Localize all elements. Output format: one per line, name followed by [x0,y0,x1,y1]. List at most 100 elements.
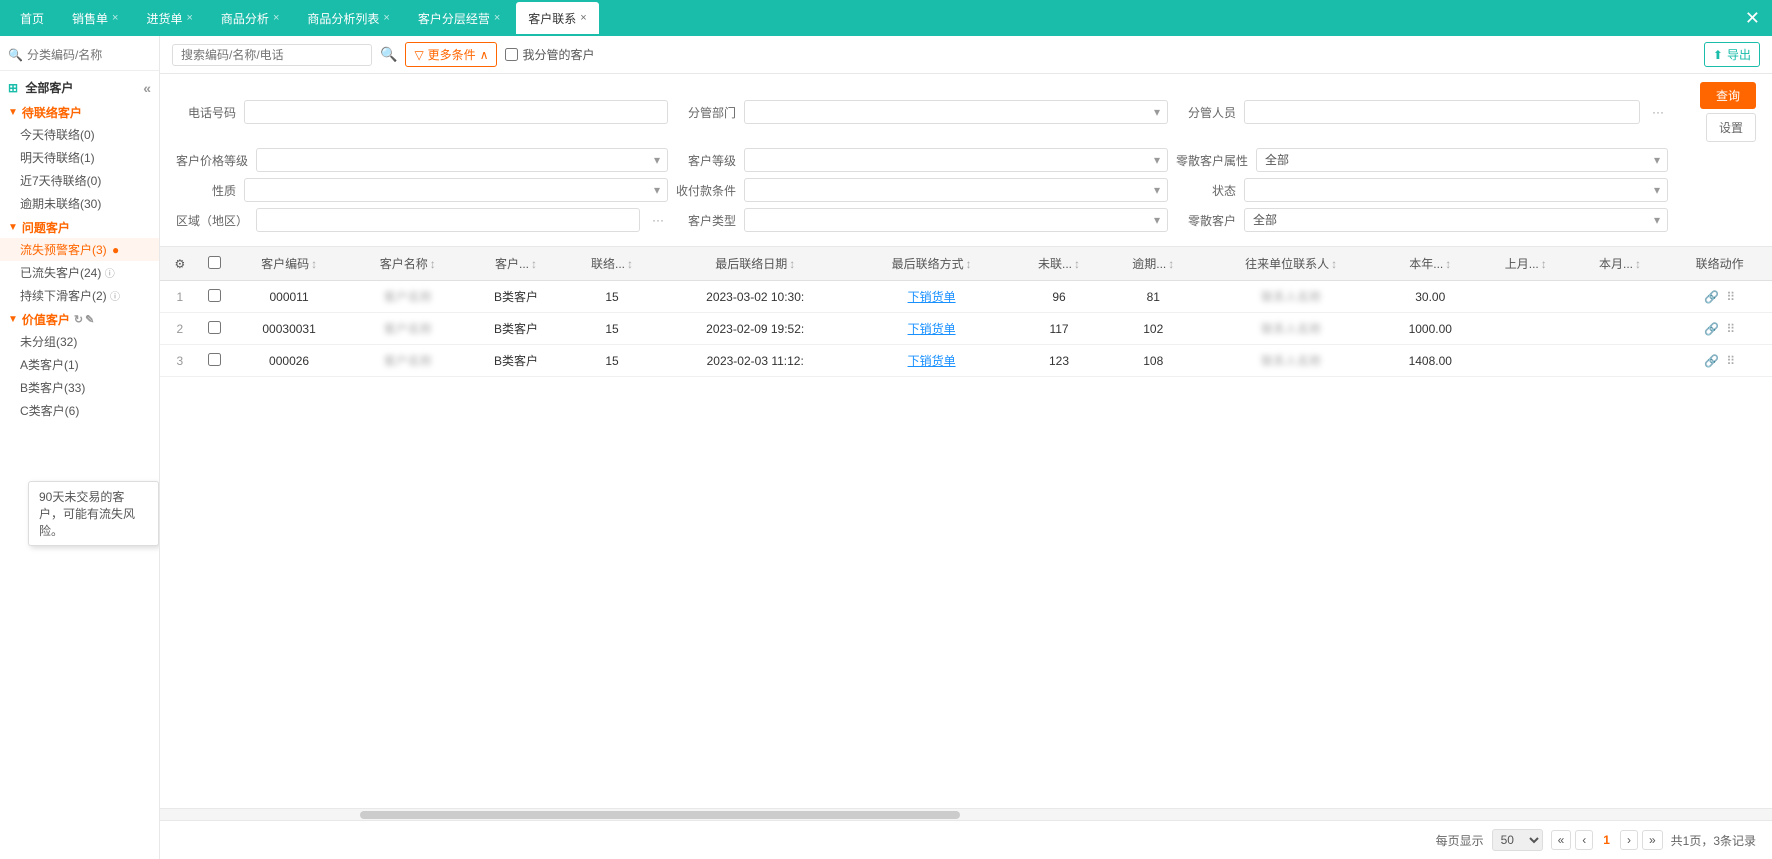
sidebar-item-class-a[interactable]: A类客户(1) [0,353,159,376]
nav-analysis-label: 商品分析 [221,10,269,27]
more-filter-button[interactable]: ▽ 更多条件 ∧ [405,42,497,67]
refresh-icon[interactable]: ↻ [74,313,83,326]
th-this-year[interactable]: 本年...↕ [1382,247,1479,281]
row-check-1[interactable] [208,289,221,302]
nav-customer-contact-close[interactable]: × [580,12,586,24]
filter-person-ellipsis[interactable]: ··· [1648,105,1668,119]
th-settings[interactable]: ⚙ [160,247,200,281]
filter-select-status[interactable] [1244,178,1668,202]
row-last-method-3[interactable]: 下销货单 [851,345,1012,377]
th-no-contact[interactable]: 未联...↕ [1012,247,1106,281]
row-checkbox-3[interactable] [200,345,230,377]
th-name[interactable]: 客户名称↕ [348,247,467,281]
nav-home[interactable]: 首页 [8,2,56,34]
filter-select-price-tier[interactable] [256,148,668,172]
sidebar-item-declining[interactable]: 持续下滑客户(2) ⓘ [0,284,159,307]
next-page-button[interactable]: › [1620,830,1638,850]
nav-analysis-list[interactable]: 商品分析列表 × [295,2,401,34]
sidebar-item-class-b[interactable]: B类客户(33) [0,376,159,399]
horizontal-scrollbar[interactable] [160,808,1772,820]
action-menu-icon-1[interactable]: ⠿ [1726,290,1735,304]
sidebar-item-overdue[interactable]: 逾期未联络(30) [0,192,159,215]
sidebar-item-ungrouped[interactable]: 未分组(32) [0,330,159,353]
row-checkbox-2[interactable] [200,313,230,345]
sidebar-item-class-c[interactable]: C类客户(6) [0,399,159,422]
filter-cell-price-tier: 客户价格等级 [176,148,668,172]
filter-region-ellipsis[interactable]: ··· [648,213,668,227]
row-check-2[interactable] [208,321,221,334]
per-page-select[interactable]: 50 100 200 [1492,829,1543,851]
nav-customer-tier-close[interactable]: × [494,12,500,24]
th-this-month[interactable]: 本月...↕ [1573,247,1667,281]
nav-customer-contact[interactable]: 客户联系 × [516,2,598,34]
filter-cell-customer-type: 客户类型 [676,208,1168,232]
filter-select-retail-attr[interactable]: 全部 [1256,148,1668,172]
my-customer-checkbox-wrap[interactable]: 我分管的客户 [505,46,594,63]
sidebar-section-value[interactable]: ▼ 价值客户 ↻ ✎ [0,307,159,330]
action-link-icon-1[interactable]: 🔗 [1704,290,1719,304]
sidebar-item-churn-warning[interactable]: 流失预警客户(3) ● [0,238,159,261]
action-link-icon-3[interactable]: 🔗 [1704,354,1719,368]
filter-select-tier[interactable] [744,148,1168,172]
query-button[interactable]: 查询 [1700,82,1756,109]
content-area: 🔍 ▽ 更多条件 ∧ 我分管的客户 ⬆ 导出 电话号码 [160,36,1772,859]
th-checkbox[interactable] [200,247,230,281]
nav-sales-close[interactable]: × [112,12,118,24]
action-menu-icon-2[interactable]: ⠿ [1726,322,1735,336]
prev-page-button[interactable]: ‹ [1575,830,1593,850]
search-input[interactable] [181,48,363,62]
setting-button[interactable]: 设置 [1706,113,1756,142]
sidebar-item-7days[interactable]: 近7天待联络(0) [0,169,159,192]
row-action-1[interactable]: 🔗 ⠿ [1667,281,1772,313]
nav-analysis[interactable]: 商品分析 × [209,2,291,34]
th-type[interactable]: 客户...↕ [467,247,565,281]
my-customer-checkbox[interactable] [505,48,518,61]
th-last-date[interactable]: 最后联络日期↕ [659,247,851,281]
action-link-icon-2[interactable]: 🔗 [1704,322,1719,336]
sidebar-collapse-button[interactable]: « [143,80,151,96]
filter-select-retail[interactable]: 全部 [1244,208,1668,232]
row-action-3[interactable]: 🔗 ⠿ [1667,345,1772,377]
nav-analysis-list-close[interactable]: × [383,12,389,24]
row-action-2[interactable]: 🔗 ⠿ [1667,313,1772,345]
nav-purchase-close[interactable]: × [186,12,192,24]
filter-select-payment[interactable] [744,178,1168,202]
edit-icon[interactable]: ✎ [85,313,94,326]
first-page-button[interactable]: « [1551,830,1572,850]
th-overdue[interactable]: 逾期...↕ [1106,247,1200,281]
sidebar-all-customers[interactable]: ⊞ 全部客户 « [0,75,159,100]
th-last-method[interactable]: 最后联络方式↕ [851,247,1012,281]
filter-select-nature[interactable] [244,178,668,202]
filter-input-phone[interactable] [244,100,668,124]
row-checkbox-1[interactable] [200,281,230,313]
sidebar-item-tomorrow[interactable]: 明天待联络(1) [0,146,159,169]
sidebar-item-today[interactable]: 今天待联络(0) [0,123,159,146]
sidebar-item-churned[interactable]: 已流失客户(24) ⓘ [0,261,159,284]
scroll-thumb[interactable] [360,811,960,819]
sidebar-section-problem[interactable]: ▼ 问题客户 [0,215,159,238]
nav-customer-tier[interactable]: 客户分层经营 × [406,2,512,34]
sidebar-section-pending[interactable]: ▼ 待联络客户 [0,100,159,123]
filter-input-region[interactable] [256,208,640,232]
th-contact2[interactable]: 往来单位联系人↕ [1200,247,1382,281]
select-all-checkbox[interactable] [208,256,221,269]
th-last-month[interactable]: 上月...↕ [1479,247,1573,281]
search-button[interactable]: 🔍 [380,46,397,63]
sidebar-search-input[interactable] [27,48,151,62]
window-close-button[interactable]: ✕ [1741,4,1764,33]
row-last-method-1[interactable]: 下销货单 [851,281,1012,313]
filter-select-customer-type[interactable] [744,208,1168,232]
th-contact[interactable]: 联络...↕ [565,247,659,281]
chevron-down-icon: ∧ [480,48,489,62]
export-button[interactable]: ⬆ 导出 [1704,42,1760,67]
nav-purchase[interactable]: 进货单 × [134,2,204,34]
row-check-3[interactable] [208,353,221,366]
filter-input-person[interactable] [1244,100,1640,124]
nav-analysis-close[interactable]: × [273,12,279,24]
last-page-button[interactable]: » [1642,830,1663,850]
action-menu-icon-3[interactable]: ⠿ [1726,354,1735,368]
row-last-method-2[interactable]: 下销货单 [851,313,1012,345]
filter-select-dept[interactable] [744,100,1168,124]
nav-sales[interactable]: 销售单 × [60,2,130,34]
th-code[interactable]: 客户编码↕ [230,247,349,281]
